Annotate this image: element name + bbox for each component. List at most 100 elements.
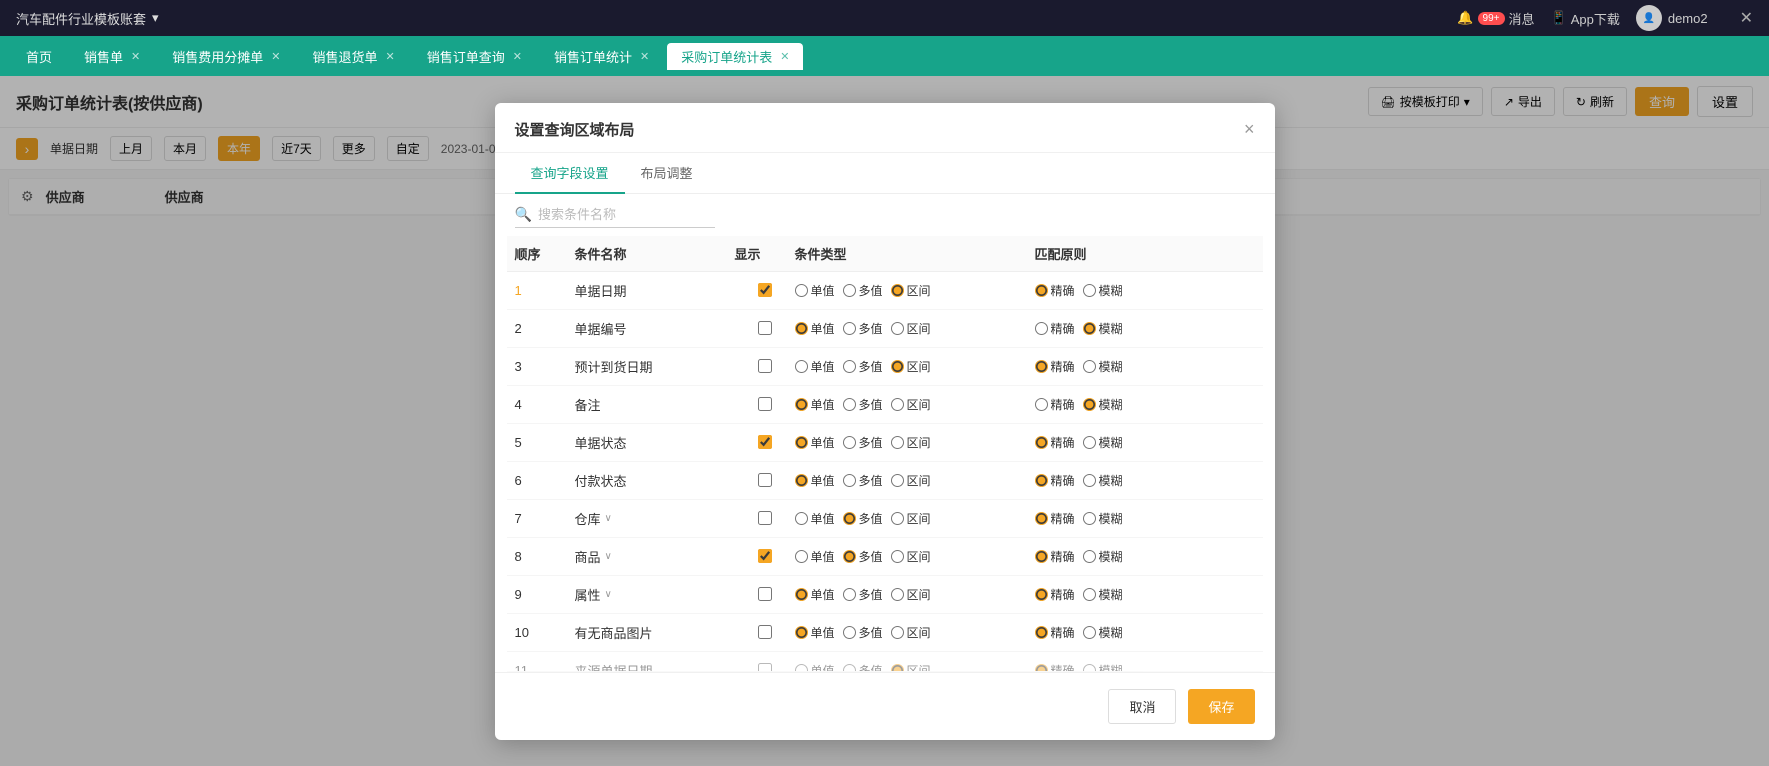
cancel-button[interactable]: 取消	[1108, 689, 1176, 724]
type-multi-radio[interactable]: 多值	[843, 320, 883, 337]
row-display-checkbox[interactable]	[735, 321, 795, 335]
type-multi-radio[interactable]: 多值	[843, 624, 883, 641]
type-single-radio[interactable]: 单值	[795, 548, 835, 565]
match-exact-radio[interactable]: 精确	[1035, 320, 1075, 337]
nav-sales-expense[interactable]: 销售费用分摊单 ✕	[158, 43, 294, 70]
dialog-close-button[interactable]: ×	[1244, 120, 1255, 138]
match-exact-radio[interactable]: 精确	[1035, 434, 1075, 451]
row-display-checkbox[interactable]	[735, 663, 795, 672]
match-fuzzy-radio[interactable]: 模糊	[1083, 548, 1123, 565]
match-fuzzy-radio[interactable]: 模糊	[1083, 320, 1123, 337]
row-order: 4	[515, 397, 575, 412]
type-range-radio[interactable]: 区间	[891, 282, 931, 299]
type-range-radio[interactable]: 区间	[891, 472, 931, 489]
match-exact-radio[interactable]: 精确	[1035, 624, 1075, 641]
nav-sales-stats[interactable]: 销售订单统计 ✕	[540, 43, 663, 70]
row-display-checkbox[interactable]	[735, 587, 795, 601]
type-multi-radio[interactable]: 多值	[843, 662, 883, 672]
row-match-group: 精确 模糊	[1035, 320, 1255, 337]
search-icon: 🔍	[515, 206, 532, 223]
notification-button[interactable]: 🔔 99+ 消息	[1457, 9, 1534, 28]
type-range-radio[interactable]: 区间	[891, 434, 931, 451]
nav-sales-order[interactable]: 销售单 ✕	[70, 43, 154, 70]
type-multi-radio[interactable]: 多值	[843, 396, 883, 413]
tab-query-fields[interactable]: 查询字段设置	[515, 153, 625, 194]
nav-purchase-stats[interactable]: 采购订单统计表 ✕	[667, 43, 803, 70]
type-single-radio[interactable]: 单值	[795, 472, 835, 489]
type-single-radio[interactable]: 单值	[795, 510, 835, 527]
type-single-radio[interactable]: 单值	[795, 662, 835, 672]
type-single-radio[interactable]: 单值	[795, 358, 835, 375]
close-tab-icon[interactable]: ✕	[640, 50, 649, 63]
row-display-checkbox[interactable]	[735, 549, 795, 563]
type-multi-radio[interactable]: 多值	[843, 282, 883, 299]
save-button[interactable]: 保存	[1188, 689, 1254, 724]
type-range-radio[interactable]: 区间	[891, 510, 931, 527]
match-exact-radio[interactable]: 精确	[1035, 358, 1075, 375]
match-exact-radio[interactable]: 精确	[1035, 586, 1075, 603]
type-single-radio[interactable]: 单值	[795, 586, 835, 603]
type-multi-radio[interactable]: 多值	[843, 510, 883, 527]
type-range-radio[interactable]: 区间	[891, 396, 931, 413]
row-order: 9	[515, 587, 575, 602]
condition-search-input[interactable]	[538, 207, 715, 222]
close-top-button[interactable]: ✕	[1740, 8, 1753, 28]
tab-layout-adjust[interactable]: 布局调整	[625, 153, 709, 194]
type-range-radio[interactable]: 区间	[891, 662, 931, 672]
match-exact-radio[interactable]: 精确	[1035, 282, 1075, 299]
row-type-group: 单值 多值 区间	[795, 472, 1035, 489]
close-tab-icon[interactable]: ✕	[780, 50, 789, 63]
row-type-group: 单值 多值 区间	[795, 434, 1035, 451]
match-exact-radio[interactable]: 精确	[1035, 472, 1075, 489]
row-match-group: 精确 模糊	[1035, 586, 1255, 603]
type-range-radio[interactable]: 区间	[891, 320, 931, 337]
match-exact-radio[interactable]: 精确	[1035, 548, 1075, 565]
match-fuzzy-radio[interactable]: 模糊	[1083, 510, 1123, 527]
type-multi-radio[interactable]: 多值	[843, 548, 883, 565]
nav-home[interactable]: 首页	[12, 43, 66, 70]
close-tab-icon[interactable]: ✕	[131, 50, 140, 63]
type-single-radio[interactable]: 单值	[795, 434, 835, 451]
type-range-radio[interactable]: 区间	[891, 548, 931, 565]
row-display-checkbox[interactable]	[735, 397, 795, 411]
app-download-button[interactable]: 📱 App下载	[1551, 9, 1620, 28]
nav-sales-return[interactable]: 销售退货单 ✕	[298, 43, 408, 70]
type-single-radio[interactable]: 单值	[795, 320, 835, 337]
type-multi-radio[interactable]: 多值	[843, 434, 883, 451]
row-order: 3	[515, 359, 575, 374]
match-exact-radio[interactable]: 精确	[1035, 396, 1075, 413]
type-multi-radio[interactable]: 多值	[843, 472, 883, 489]
type-multi-radio[interactable]: 多值	[843, 358, 883, 375]
close-tab-icon[interactable]: ✕	[513, 50, 522, 63]
close-tab-icon[interactable]: ✕	[386, 50, 395, 63]
nav-sales-query[interactable]: 销售订单查询 ✕	[413, 43, 536, 70]
user-menu[interactable]: 👤 demo2	[1636, 5, 1708, 31]
match-fuzzy-radio[interactable]: 模糊	[1083, 472, 1123, 489]
row-display-checkbox[interactable]	[735, 511, 795, 525]
close-tab-icon[interactable]: ✕	[271, 50, 280, 63]
row-display-checkbox[interactable]	[735, 473, 795, 487]
type-single-radio[interactable]: 单值	[795, 624, 835, 641]
type-single-radio[interactable]: 单值	[795, 282, 835, 299]
match-fuzzy-radio[interactable]: 模糊	[1083, 624, 1123, 641]
match-fuzzy-radio[interactable]: 模糊	[1083, 586, 1123, 603]
type-range-radio[interactable]: 区间	[891, 586, 931, 603]
dialog-table: 顺序 条件名称 显示 条件类型 匹配原则 1 单据日期 单值 多值 区间	[495, 236, 1275, 672]
match-exact-radio[interactable]: 精确	[1035, 510, 1075, 527]
row-display-checkbox[interactable]	[735, 283, 795, 297]
row-type-group: 单值 多值 区间	[795, 624, 1035, 641]
match-fuzzy-radio[interactable]: 模糊	[1083, 434, 1123, 451]
row-name: 仓库 ∨	[575, 509, 735, 528]
match-fuzzy-radio[interactable]: 模糊	[1083, 358, 1123, 375]
match-fuzzy-radio[interactable]: 模糊	[1083, 396, 1123, 413]
type-single-radio[interactable]: 单值	[795, 396, 835, 413]
match-fuzzy-radio[interactable]: 模糊	[1083, 282, 1123, 299]
match-exact-radio[interactable]: 精确	[1035, 662, 1075, 672]
row-display-checkbox[interactable]	[735, 625, 795, 639]
type-multi-radio[interactable]: 多值	[843, 586, 883, 603]
match-fuzzy-radio[interactable]: 模糊	[1083, 662, 1123, 672]
type-range-radio[interactable]: 区间	[891, 358, 931, 375]
row-display-checkbox[interactable]	[735, 359, 795, 373]
type-range-radio[interactable]: 区间	[891, 624, 931, 641]
row-display-checkbox[interactable]	[735, 435, 795, 449]
